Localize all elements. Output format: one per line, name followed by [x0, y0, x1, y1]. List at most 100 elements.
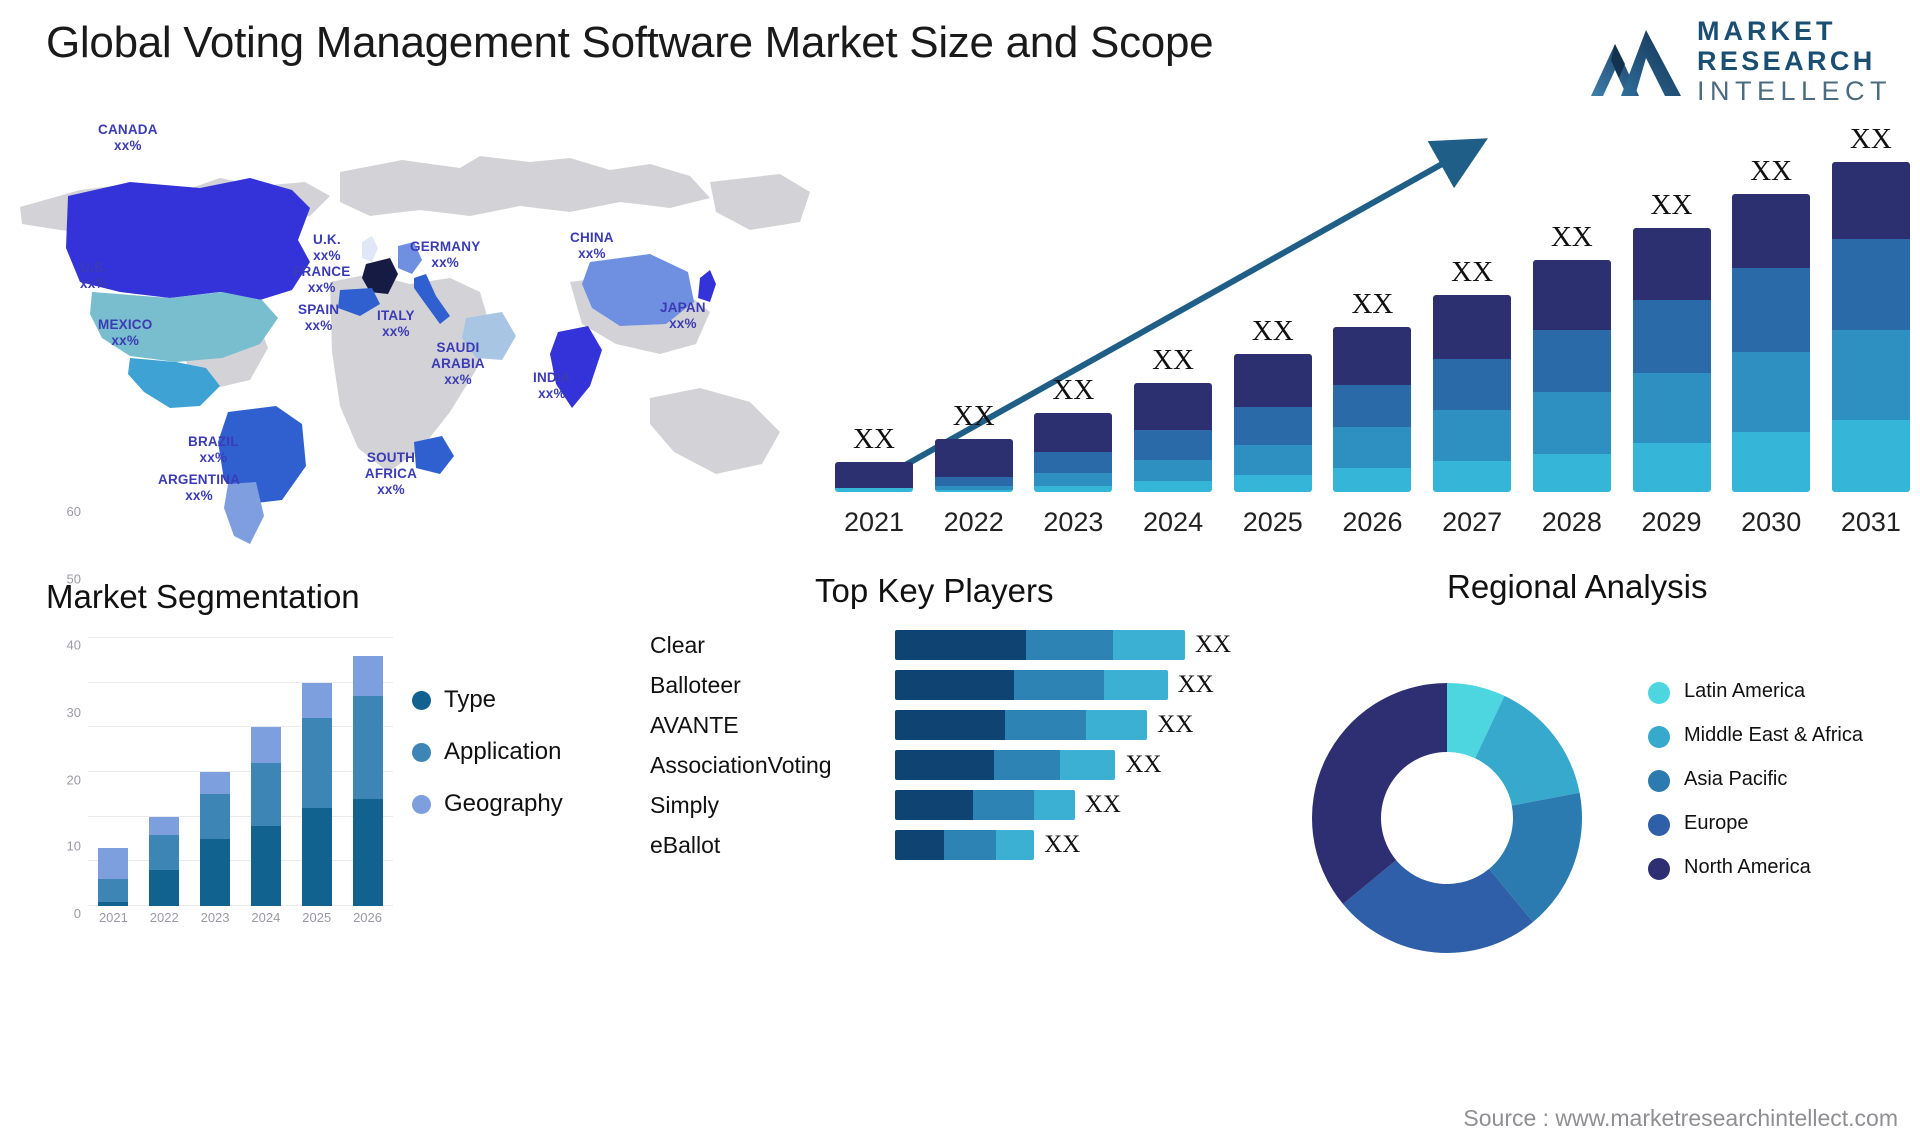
growth-bar-segment: [1233, 445, 1312, 475]
growth-bar-segment: [1532, 453, 1611, 492]
growth-bar-segment: [1433, 410, 1512, 462]
growth-bar-segment: [1732, 268, 1811, 352]
legend-label-type: Type: [444, 686, 497, 713]
page-title: Global Voting Management Software Market…: [46, 18, 1214, 67]
player-bar: [895, 750, 1116, 780]
segmentation-x-axis: 2021 2022 2023 2024 2025 2026: [88, 910, 393, 925]
segmentation-bar-segment: [352, 696, 383, 799]
player-row: AssociationVoting XX: [650, 750, 1162, 780]
segmentation-bar-segment: [149, 834, 180, 871]
map-label-uk: U.K. xx%: [313, 232, 341, 263]
top-key-players-title: Top Key Players: [815, 572, 1054, 609]
growth-bar: [1532, 259, 1611, 492]
growth-bar-segment: [1333, 467, 1412, 492]
regional-legend: Latin America Middle East & Africa Asia Pa…: [1648, 680, 1863, 880]
player-bar: [895, 710, 1148, 740]
regional-donut: [1312, 683, 1582, 953]
legend-dot-geography: [412, 794, 431, 814]
growth-bar-column: XX: [1532, 221, 1611, 492]
player-bar: [895, 830, 1035, 860]
player-bar-segment: [895, 630, 1026, 660]
growth-bar-segment: [1532, 391, 1611, 454]
player-value: XX: [1157, 711, 1194, 738]
market-segmentation-chart: 0 10 20 30 40 50 60 2021 2022 2023 2024 2025 2026 T…: [40, 504, 640, 938]
player-bar-segment: [944, 830, 997, 860]
segmentation-bar: [149, 816, 180, 906]
map-label-saudi-arabia: SAUDI ARABIA xx%: [431, 340, 485, 387]
segmentation-bar: [301, 682, 332, 906]
map-label-south-africa: SOUTH AFRICA xx%: [364, 450, 418, 497]
segmentation-x-label: 2025: [302, 910, 332, 925]
growth-bar: [1831, 162, 1910, 492]
segmentation-bar-segment: [200, 794, 231, 839]
regional-legend-dot: [1648, 814, 1670, 836]
segmentation-x-label: 2022: [149, 910, 179, 925]
growth-bar: [1134, 383, 1213, 492]
growth-bar-value: XX: [1251, 314, 1294, 347]
logo-line-2: RESEARCH: [1696, 46, 1876, 76]
growth-bar: [1233, 353, 1312, 492]
segmentation-plot: 0 10 20 30 40 50 60: [67, 504, 393, 921]
growth-bar-segment: [1632, 443, 1711, 492]
growth-bar-segment: [1233, 406, 1312, 446]
growth-bar-segment: [1732, 351, 1811, 433]
regional-legend-item: Europe: [1648, 812, 1863, 836]
regional-legend-dot: [1648, 858, 1670, 880]
growth-bar: [1333, 327, 1412, 492]
map-label-spain: SPAIN xx%: [298, 302, 340, 333]
segmentation-bar-segment: [352, 798, 383, 906]
brand-logo: MARKET RESEARCH INTELLECT: [1590, 18, 1892, 106]
regional-legend-dot: [1648, 682, 1670, 704]
segmentation-bar-segment: [250, 763, 281, 826]
player-name: Simply: [650, 791, 720, 818]
player-bar-segment: [1013, 670, 1104, 700]
player-bar-segment: [973, 790, 1035, 820]
growth-bar-segment: [1034, 413, 1113, 452]
player-bar-segment: [895, 830, 945, 860]
segmentation-bar-segment: [301, 807, 332, 906]
player-name: Clear: [650, 631, 705, 658]
growth-bar-segment: [1831, 330, 1910, 420]
segmentation-bar-segment: [98, 901, 129, 906]
segmentation-x-label: 2024: [251, 910, 281, 925]
regional-legend-item: Middle East & Africa: [1648, 724, 1863, 748]
legend-label-geography: Geography: [444, 790, 563, 817]
player-value: XX: [1177, 671, 1214, 698]
segmentation-bar-segment: [301, 682, 332, 719]
player-bar-segment: [895, 710, 1006, 740]
legend-dot-type: [412, 690, 431, 710]
player-bar: [895, 670, 1168, 700]
legend-item-geography: Geography: [412, 790, 563, 818]
player-bar-segment: [895, 750, 994, 780]
growth-bar-segment: [1831, 419, 1910, 492]
growth-bar-segment: [835, 487, 913, 492]
world-map: CANADA xx% U.S. xx% MEXICO xx% BRAZIL xx% AR…: [10, 112, 830, 552]
logo-line-3: INTELLECT: [1696, 76, 1892, 106]
regional-legend-dot: [1648, 726, 1670, 748]
map-label-us: U.S. xx%: [80, 260, 108, 291]
growth-bars: XX XX XX XX XX XX XX XX XX XX XX: [835, 123, 1910, 492]
growth-bar-segment: [1632, 228, 1711, 301]
growth-bar: [1034, 413, 1113, 492]
segmentation-bar-segment: [352, 655, 383, 697]
player-bar-segment: [895, 670, 1014, 700]
player-row: AVANTE XX: [650, 710, 1193, 740]
segmentation-bar-segment: [301, 718, 332, 808]
growth-year-label: 2022: [943, 507, 1004, 537]
growth-bar-segment: [1732, 193, 1811, 269]
map-label-argentina: ARGENTINA xx%: [158, 472, 241, 503]
growth-bar-value: XX: [1451, 256, 1494, 289]
growth-year-label: 2024: [1143, 507, 1204, 537]
source-text: Source : www.marketresearchintellect.com: [1463, 1105, 1898, 1131]
growth-bar-segment: [1134, 481, 1213, 492]
player-value: XX: [1044, 831, 1081, 858]
map-label-france: FRANCE xx%: [293, 264, 351, 295]
regional-legend-label: North America: [1684, 856, 1811, 878]
growth-bar-column: XX: [1034, 374, 1113, 492]
mountain-logo-icon: [1590, 29, 1681, 96]
regional-legend-item: Asia Pacific: [1648, 768, 1863, 792]
growth-bar-segment: [1532, 259, 1611, 331]
segmentation-y-tick: 60: [66, 504, 81, 519]
growth-bar-segment: [1333, 384, 1412, 428]
growth-bar: [1732, 193, 1811, 492]
